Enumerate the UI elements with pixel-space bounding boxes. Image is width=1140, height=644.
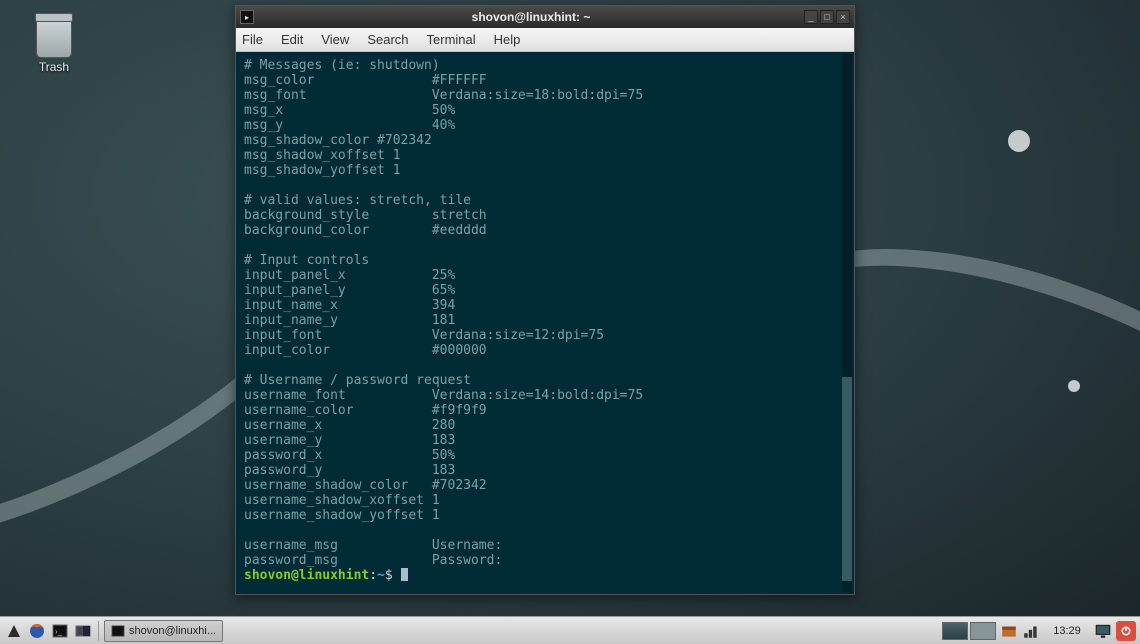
terminal-line: # Username / password request — [244, 373, 846, 388]
task-label: shovon@linuxhi... — [129, 625, 216, 637]
workspace-pager[interactable] — [942, 622, 996, 640]
terminal-line — [244, 358, 846, 373]
terminal-line: # valid values: stretch, tile — [244, 193, 846, 208]
workspace-1[interactable] — [942, 622, 968, 640]
taskbar-task-terminal[interactable]: shovon@linuxhi... — [104, 620, 223, 642]
desktop-icon-trash[interactable]: Trash — [30, 18, 78, 74]
file-manager-icon[interactable] — [73, 621, 93, 641]
terminal-prompt-line: shovon@linuxhint:~$ — [244, 568, 846, 583]
terminal-line: msg_shadow_yoffset 1 — [244, 163, 846, 178]
workspace-2[interactable] — [970, 622, 996, 640]
close-button[interactable]: × — [836, 10, 850, 24]
terminal-line: # Messages (ie: shutdown) — [244, 58, 846, 73]
terminal-line: password_x 50% — [244, 448, 846, 463]
terminal-line: password_y 183 — [244, 463, 846, 478]
scroll-thumb[interactable] — [842, 377, 852, 581]
shutdown-button[interactable] — [1116, 621, 1136, 641]
prompt-symbol: $ — [385, 568, 393, 583]
taskbar: ›_ shovon@linuxhi... 13:29 — [0, 616, 1140, 644]
terminal-cursor — [401, 568, 408, 581]
terminal-line: input_font Verdana:size=12:dpi=75 — [244, 328, 846, 343]
terminal-line: password_msg Password: — [244, 553, 846, 568]
terminal-launcher-icon[interactable]: ›_ — [50, 621, 70, 641]
terminal-line: username_y 183 — [244, 433, 846, 448]
terminal-line — [244, 178, 846, 193]
terminal-line: username_msg Username: — [244, 538, 846, 553]
menu-view[interactable]: View — [321, 32, 349, 47]
terminal-line: msg_shadow_xoffset 1 — [244, 148, 846, 163]
prompt-host: linuxhint — [299, 568, 369, 583]
minimize-button[interactable]: _ — [804, 10, 818, 24]
menu-help[interactable]: Help — [494, 32, 521, 47]
terminal-line — [244, 238, 846, 253]
menu-terminal[interactable]: Terminal — [427, 32, 476, 47]
start-menu-icon[interactable] — [4, 621, 24, 641]
terminal-line: input_color #000000 — [244, 343, 846, 358]
trash-icon — [36, 18, 72, 58]
window-menubar: File Edit View Search Terminal Help — [236, 28, 854, 52]
terminal-line: msg_shadow_color #702342 — [244, 133, 846, 148]
terminal-line: username_font Verdana:size=14:bold:dpi=7… — [244, 388, 846, 403]
terminal-line: background_style stretch — [244, 208, 846, 223]
window-titlebar[interactable]: ▸ shovon@linuxhint: ~ _ □ × — [236, 6, 854, 28]
terminal-scrollbar[interactable] — [842, 54, 852, 592]
tray-updates-icon[interactable] — [1000, 622, 1018, 640]
terminal-line: username_color #f9f9f9 — [244, 403, 846, 418]
prompt-user: shovon — [244, 568, 291, 583]
terminal-line: msg_y 40% — [244, 118, 846, 133]
trash-label: Trash — [30, 60, 78, 74]
maximize-button[interactable]: □ — [820, 10, 834, 24]
terminal-icon: ▸ — [240, 10, 254, 24]
window-title: shovon@linuxhint: ~ — [260, 10, 802, 24]
terminal-body[interactable]: # Messages (ie: shutdown)msg_color #FFFF… — [236, 52, 854, 594]
terminal-line: background_color #eedddd — [244, 223, 846, 238]
terminal-line: username_shadow_xoffset 1 — [244, 493, 846, 508]
prompt-path: ~ — [377, 568, 385, 583]
taskbar-separator — [98, 621, 99, 641]
wallpaper-dot — [1008, 130, 1030, 152]
terminal-line — [244, 523, 846, 538]
terminal-line: input_name_x 394 — [244, 298, 846, 313]
menu-file[interactable]: File — [242, 32, 263, 47]
tray-monitor-icon[interactable] — [1094, 622, 1112, 640]
svg-text:›_: ›_ — [55, 627, 63, 636]
terminal-line: input_panel_x 25% — [244, 268, 846, 283]
terminal-line: # Input controls — [244, 253, 846, 268]
terminal-icon — [111, 624, 125, 638]
menu-search[interactable]: Search — [367, 32, 408, 47]
tray-network-icon[interactable] — [1022, 622, 1040, 640]
wallpaper-dot — [1068, 380, 1080, 392]
power-icon — [1120, 625, 1132, 637]
terminal-line: username_shadow_yoffset 1 — [244, 508, 846, 523]
terminal-line: msg_font Verdana:size=18:bold:dpi=75 — [244, 88, 846, 103]
terminal-line: input_panel_y 65% — [244, 283, 846, 298]
terminal-line: msg_color #FFFFFF — [244, 73, 846, 88]
taskbar-clock[interactable]: 13:29 — [1044, 625, 1090, 637]
terminal-line: username_shadow_color #702342 — [244, 478, 846, 493]
terminal-line: username_x 280 — [244, 418, 846, 433]
menu-edit[interactable]: Edit — [281, 32, 303, 47]
terminal-window: ▸ shovon@linuxhint: ~ _ □ × File Edit Vi… — [235, 5, 855, 595]
terminal-line: msg_x 50% — [244, 103, 846, 118]
firefox-icon[interactable] — [27, 621, 47, 641]
terminal-line: input_name_y 181 — [244, 313, 846, 328]
